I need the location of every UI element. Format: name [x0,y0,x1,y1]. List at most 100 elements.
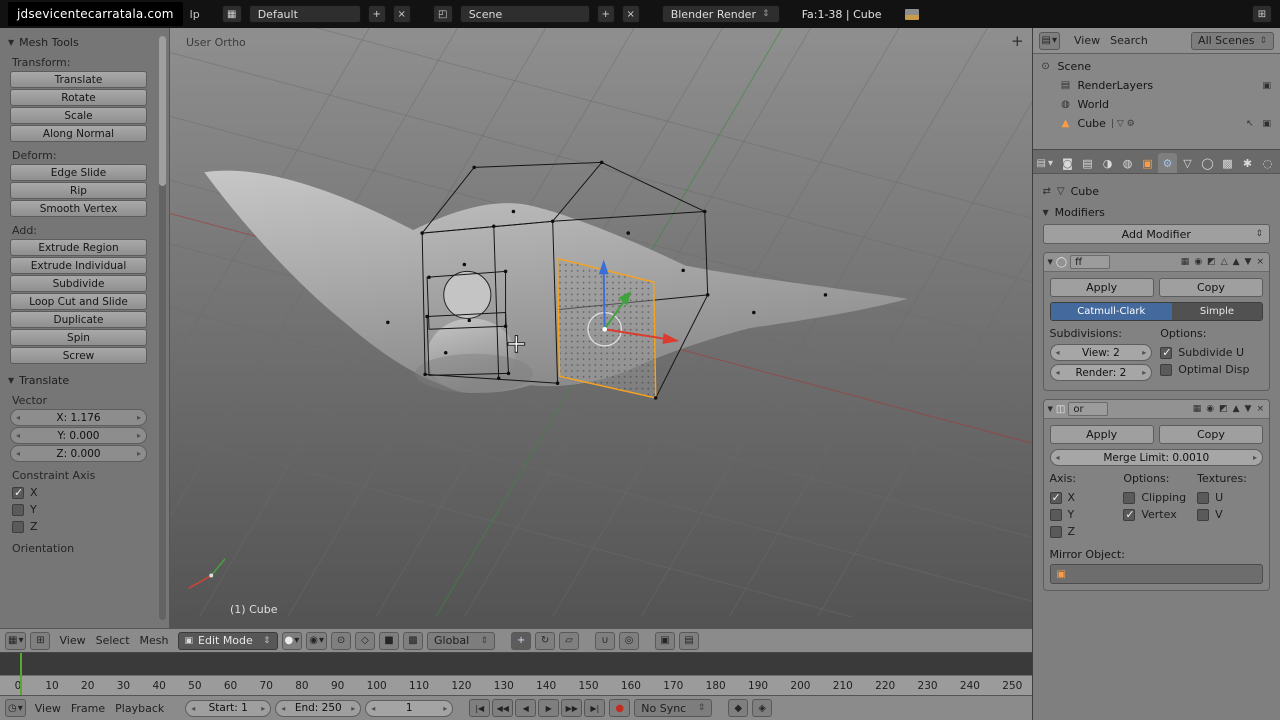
tool-button[interactable]: Screw [10,347,147,364]
edge-select-mode-button[interactable]: ◇ [355,631,376,650]
tool-button[interactable]: Extrude Individual [10,257,147,274]
apply-button[interactable]: Apply [1049,278,1154,297]
mirror-texture-checkbox[interactable] [1197,508,1210,521]
tool-button[interactable]: Edge Slide [10,164,147,181]
screen-layout-select[interactable]: Default [248,5,361,23]
outliner-row[interactable]: ▤ RenderLayers ▣ [1033,76,1280,95]
tab-world[interactable]: ◍ [1118,153,1137,173]
vector-component-field[interactable]: Y: 0.000 [10,427,147,444]
mirror-axis-checkbox[interactable] [1049,508,1062,521]
modifier-name-field[interactable]: ff [1070,255,1111,269]
viewport-canvas[interactable] [170,28,1032,617]
editor-type-button[interactable]: ▦ ▾ [5,631,27,650]
move-modifier-down-icon[interactable]: ▼ [1244,257,1253,267]
snap-magnet-button[interactable]: ∪ [595,631,616,650]
snap-element-button[interactable]: ◎ [619,631,640,650]
mode-select[interactable]: ▣ Edit Mode ⇕ [177,631,278,650]
outliner-filter-select[interactable]: All Scenes ⇕ [1191,31,1274,50]
translate-panel-header[interactable]: ▼ Translate [8,374,169,387]
record-button[interactable]: ● [609,699,631,717]
tool-button[interactable]: Loop Cut and Slide [10,293,147,310]
move-modifier-up-icon[interactable]: ▲ [1232,257,1241,267]
axis-checkbox[interactable] [12,486,24,499]
tool-button[interactable]: Along Normal [10,125,147,142]
timeline-track-area[interactable]: 0 10 20 30 40 50 60 70 80 90 100 110 120 130 140 150 160… [0,653,1032,695]
tool-button[interactable]: Extrude Region [10,239,147,256]
timeline-menu[interactable]: Playback [110,702,169,715]
tab-material[interactable]: ◯ [1198,153,1217,173]
add-modifier-button[interactable]: Add Modifier ⇕ [1042,224,1270,244]
add-layout-button[interactable]: + [367,5,386,23]
editmode-visibility-icon[interactable]: ◩ [1206,257,1217,267]
opengl-render-button[interactable]: ▣ [655,631,676,650]
mirror-axis-checkbox[interactable] [1049,491,1062,504]
transport-button[interactable]: ▶| [584,699,606,717]
window-split-icon[interactable]: ⊞ [1252,5,1272,23]
axis-checkbox[interactable] [12,503,24,516]
timeline-canvas[interactable] [0,653,1032,675]
tab-object-data[interactable]: ▽ [1178,153,1197,173]
start-frame-field[interactable]: Start: 1 [185,699,272,717]
apply-button[interactable]: Apply [1049,425,1154,444]
transport-button[interactable]: ▶▶ [561,699,583,717]
mirror-option-checkbox[interactable] [1123,508,1136,521]
tool-button[interactable]: Subdivide [10,275,147,292]
end-frame-field[interactable]: End: 250 [275,699,362,717]
tool-shelf-scrollbar[interactable] [159,36,166,620]
pivot-point-button[interactable]: ◉ ▾ [306,631,328,650]
outliner-restrict-icons[interactable]: ▣ [1262,81,1274,91]
tool-button[interactable]: Duplicate [10,311,147,328]
add-scene-button[interactable]: + [596,5,615,23]
breadcrumb-object-name[interactable]: Cube [1071,185,1099,198]
viewport-visibility-icon[interactable]: ◉ [1205,404,1215,414]
transport-button[interactable]: ◀ [515,699,537,717]
mirror-texture-checkbox[interactable] [1197,491,1210,504]
merge-limit-field[interactable]: Merge Limit: 0.0010 [1049,449,1263,466]
screen-layout-icon[interactable]: ▦ [221,5,242,23]
option-checkbox[interactable] [1160,363,1173,376]
tab-object[interactable]: ▣ [1138,153,1157,173]
cage-visibility-icon[interactable]: △ [1220,257,1229,267]
move-modifier-up-icon[interactable]: ▲ [1232,404,1241,414]
option-checkbox[interactable] [1160,346,1173,359]
manipulator-scale-button[interactable]: ▱ [559,631,580,650]
timeline-ruler[interactable]: 0 10 20 30 40 50 60 70 80 90 100 110 120 130 140 150 160… [0,675,1032,695]
tab-texture[interactable]: ▩ [1218,153,1237,173]
transport-button[interactable]: ▶ [538,699,560,717]
sync-mode-select[interactable]: No Sync ⇕ [634,699,713,717]
tab-particles[interactable]: ✱ [1238,153,1257,173]
outliner-row[interactable]: ▲ Cube | ▽ ⚙ ↖ ▣ [1033,114,1280,133]
manipulator-rotate-button[interactable]: ↻ [535,631,556,650]
vertex-select-mode-button[interactable]: ⊙ [331,631,352,650]
3d-viewport[interactable]: User Ortho + (1) Cube [170,28,1032,628]
face-select-mode-button[interactable]: ■ [379,631,400,650]
delete-scene-button[interactable]: × [621,5,640,23]
delete-modifier-icon[interactable]: × [1255,404,1265,414]
manipulator-translate-button[interactable]: + [511,631,532,650]
viewport-menu[interactable]: Mesh [135,634,174,647]
transport-button[interactable]: ◀◀ [492,699,514,717]
occlude-geometry-button[interactable]: ▩ [403,631,424,650]
auto-keyframe-button[interactable]: ◆ [728,699,749,717]
catmull-clark-button[interactable]: Catmull-Clark [1050,303,1172,320]
browse-data-icon[interactable]: ⇄ [1043,186,1051,197]
tab-render[interactable]: ◙ [1058,153,1077,173]
tab-render-layers[interactable]: ▤ [1078,153,1097,173]
mirror-object-field[interactable]: ▣ [1049,564,1263,584]
mirror-option-checkbox[interactable] [1123,491,1136,504]
region-expand-button[interactable]: + [1011,32,1024,50]
axis-checkbox[interactable] [12,520,24,533]
collapse-triangle-icon[interactable]: ▼ [1048,258,1053,266]
move-modifier-down-icon[interactable]: ▼ [1244,404,1253,414]
subsurf-modifier-header[interactable]: ▼ ◯ ff ▦ ◉ ◩ △ ▲ ▼ × [1043,253,1269,272]
copy-button[interactable]: Copy [1158,278,1264,297]
simple-button[interactable]: Simple [1172,303,1262,320]
render-visibility-icon[interactable]: ▦ [1180,257,1191,267]
keying-set-button[interactable]: ◈ [752,699,773,717]
editor-type-button[interactable]: ◷ ▾ [5,699,26,717]
viewport-menu[interactable]: View [54,634,90,647]
timeline-menu[interactable]: Frame [66,702,110,715]
opengl-render-anim-button[interactable]: ▤ [679,631,700,650]
viewport-shading-button[interactable]: ● ▾ [281,631,303,650]
tool-button[interactable]: Translate [10,71,147,88]
